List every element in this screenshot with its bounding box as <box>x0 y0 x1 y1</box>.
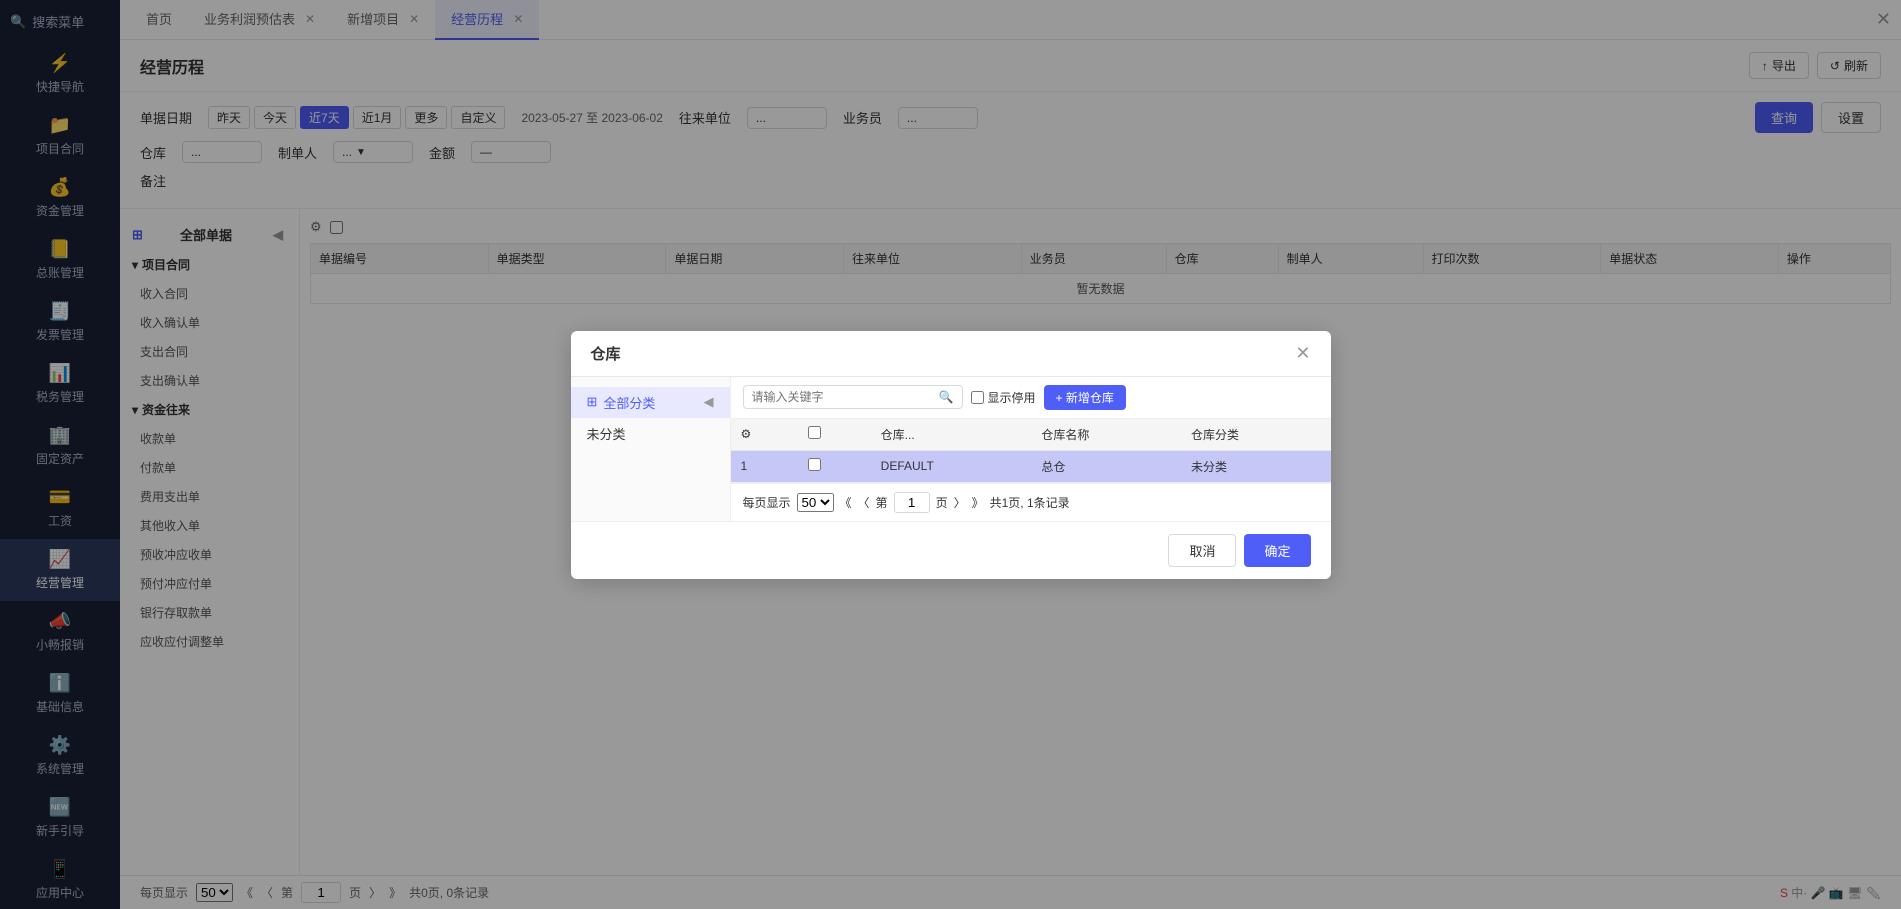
table-row[interactable]: 1 DEFAULT 总仓 未分类 <box>731 450 1331 482</box>
modal-row-code: DEFAULT <box>871 450 1032 482</box>
modal-left-uncategorized-label: 未分类 <box>587 424 626 443</box>
modal-row-select[interactable] <box>808 458 821 471</box>
modal-header: 仓库 ✕ <box>571 331 1331 377</box>
modal-page-suffix: 页 <box>936 494 948 511</box>
modal-next-btn[interactable]: 〉 <box>954 494 966 511</box>
modal-first-btn[interactable]: 《 <box>840 494 852 511</box>
warehouse-modal: 仓库 ✕ ⊞ 全部分类 ◀ 未分类 <box>571 331 1331 579</box>
add-warehouse-button[interactable]: + 新增仓库 <box>1044 385 1126 410</box>
collapse-left-btn[interactable]: ◀ <box>704 394 714 410</box>
modal-actions: 取消 确定 <box>571 521 1331 579</box>
modal-per-page-label: 每页显示 <box>743 494 791 511</box>
modal-body: ⊞ 全部分类 ◀ 未分类 🔍 显示停用 <box>571 377 1331 521</box>
show-disabled-label: 显示停用 <box>988 389 1036 406</box>
modal-page-input[interactable] <box>894 492 930 513</box>
modal-footer: 每页显示 50 《 〈 第 页 〉 》 共1页, 1条记录 <box>731 483 1331 521</box>
modal-close-btn[interactable]: ✕ <box>1295 343 1310 364</box>
modal-search-input[interactable] <box>752 390 935 404</box>
modal-overlay[interactable]: 仓库 ✕ ⊞ 全部分类 ◀ 未分类 <box>0 0 1901 909</box>
modal-search-box: 🔍 <box>743 385 963 409</box>
modal-last-btn[interactable]: 》 <box>972 494 984 511</box>
show-disabled-checkbox[interactable] <box>971 391 984 404</box>
modal-left-all-label: 全部分类 <box>603 393 655 412</box>
confirm-button[interactable]: 确定 <box>1244 534 1310 567</box>
modal-table: ⚙ 仓库... 仓库名称 仓库分类 1 DEFAULT <box>731 419 1331 483</box>
modal-row-no: 1 <box>731 450 799 482</box>
modal-search-icon: 🔍 <box>939 390 954 404</box>
modal-page-label: 第 <box>876 494 888 511</box>
modal-row-category: 未分类 <box>1181 450 1331 482</box>
modal-row-checkbox <box>798 450 871 482</box>
modal-total: 共1页, 1条记录 <box>990 494 1070 511</box>
modal-right-panel: 🔍 显示停用 + 新增仓库 ⚙ <box>731 377 1331 521</box>
modal-title: 仓库 <box>591 343 621 364</box>
modal-col-code: 仓库... <box>871 419 1032 451</box>
modal-col-settings: ⚙ <box>731 419 799 451</box>
modal-toolbar: 🔍 显示停用 + 新增仓库 <box>731 377 1331 419</box>
modal-table-area: ⚙ 仓库... 仓库名称 仓库分类 1 DEFAULT <box>731 419 1331 483</box>
cancel-button[interactable]: 取消 <box>1168 534 1236 567</box>
modal-col-name: 仓库名称 <box>1031 419 1181 451</box>
modal-row-name: 总仓 <box>1031 450 1181 482</box>
modal-left-item-all[interactable]: ⊞ 全部分类 ◀ <box>571 387 730 418</box>
modal-col-category: 仓库分类 <box>1181 419 1331 451</box>
modal-pagination: 每页显示 50 《 〈 第 页 〉 》 共1页, 1条记录 <box>743 492 1070 513</box>
modal-select-all[interactable] <box>808 426 821 439</box>
modal-prev-btn[interactable]: 〈 <box>858 494 870 511</box>
grid-icon: ⊞ <box>587 394 598 410</box>
modal-per-page-select[interactable]: 50 <box>797 493 834 512</box>
modal-left-panel: ⊞ 全部分类 ◀ 未分类 <box>571 377 731 521</box>
modal-col-checkbox <box>798 419 871 451</box>
modal-left-item-uncategorized[interactable]: 未分类 <box>571 418 730 449</box>
show-disabled-checkbox-area: 显示停用 <box>971 389 1036 406</box>
